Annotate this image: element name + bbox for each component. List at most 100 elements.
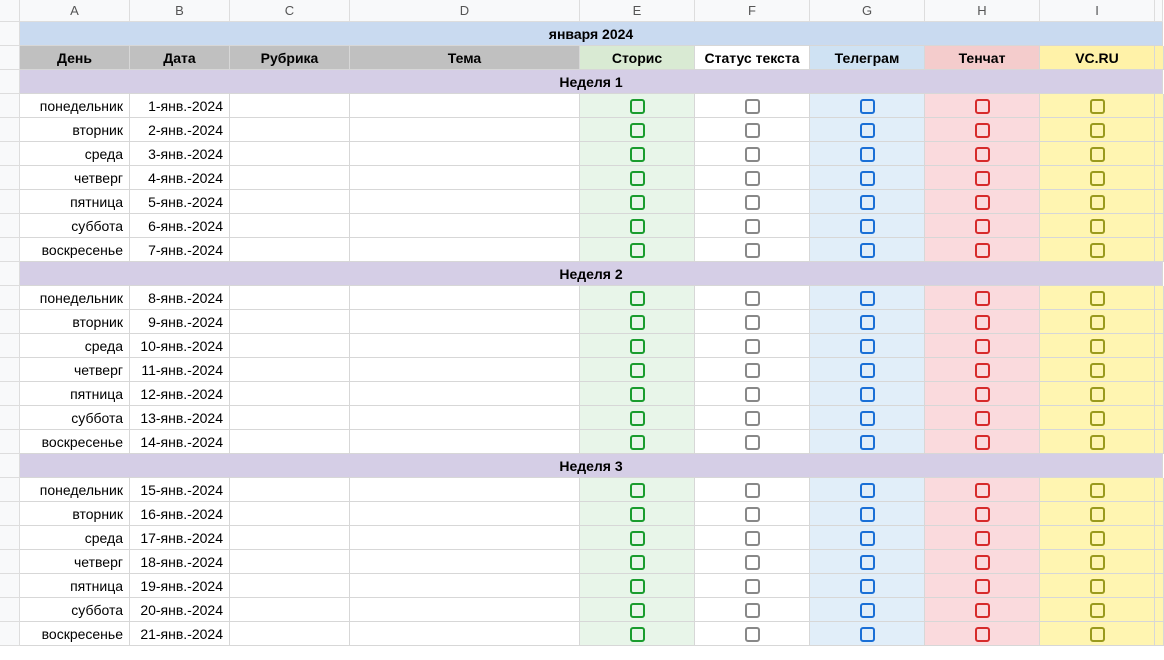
header-text-status[interactable]: Статус текста (695, 46, 810, 70)
rubric-cell[interactable] (230, 310, 350, 334)
topic-cell[interactable] (350, 94, 580, 118)
vcru-checkbox[interactable] (1090, 531, 1105, 546)
stories-checkbox[interactable] (630, 435, 645, 450)
column-header-E[interactable]: E (580, 0, 695, 22)
text-status-checkbox[interactable] (745, 579, 760, 594)
stories-checkbox[interactable] (630, 531, 645, 546)
telegram-checkbox-cell[interactable] (810, 382, 925, 406)
day-cell[interactable]: четверг (20, 166, 130, 190)
row-number[interactable] (0, 310, 20, 334)
month-title[interactable]: января 2024 (20, 22, 1163, 46)
row-number[interactable] (0, 70, 20, 94)
day-cell[interactable]: пятница (20, 382, 130, 406)
rubric-cell[interactable] (230, 622, 350, 646)
vcru-checkbox[interactable] (1090, 171, 1105, 186)
tenchat-checkbox-cell[interactable] (925, 550, 1040, 574)
stories-checkbox-cell[interactable] (580, 166, 695, 190)
day-cell[interactable]: суббота (20, 214, 130, 238)
text-status-checkbox-cell[interactable] (695, 118, 810, 142)
vcru-checkbox[interactable] (1090, 363, 1105, 378)
stories-checkbox-cell[interactable] (580, 286, 695, 310)
tenchat-checkbox-cell[interactable] (925, 622, 1040, 646)
text-status-checkbox-cell[interactable] (695, 622, 810, 646)
rubric-cell[interactable] (230, 166, 350, 190)
tenchat-checkbox[interactable] (975, 507, 990, 522)
week-label[interactable]: Неделя 2 (20, 262, 1163, 286)
vcru-checkbox-cell[interactable] (1040, 430, 1155, 454)
row-number[interactable] (0, 334, 20, 358)
text-status-checkbox-cell[interactable] (695, 502, 810, 526)
tenchat-checkbox[interactable] (975, 363, 990, 378)
tenchat-checkbox[interactable] (975, 339, 990, 354)
telegram-checkbox[interactable] (860, 195, 875, 210)
tenchat-checkbox[interactable] (975, 579, 990, 594)
vcru-checkbox[interactable] (1090, 627, 1105, 642)
date-cell[interactable]: 5-янв.-2024 (130, 190, 230, 214)
vcru-checkbox[interactable] (1090, 291, 1105, 306)
topic-cell[interactable] (350, 574, 580, 598)
date-cell[interactable]: 9-янв.-2024 (130, 310, 230, 334)
text-status-checkbox-cell[interactable] (695, 94, 810, 118)
vcru-checkbox[interactable] (1090, 579, 1105, 594)
vcru-checkbox[interactable] (1090, 147, 1105, 162)
text-status-checkbox[interactable] (745, 483, 760, 498)
rubric-cell[interactable] (230, 598, 350, 622)
row-number[interactable] (0, 502, 20, 526)
topic-cell[interactable] (350, 478, 580, 502)
header-telegram[interactable]: Телеграм (810, 46, 925, 70)
stories-checkbox-cell[interactable] (580, 94, 695, 118)
tenchat-checkbox-cell[interactable] (925, 166, 1040, 190)
stories-checkbox[interactable] (630, 195, 645, 210)
telegram-checkbox[interactable] (860, 339, 875, 354)
stories-checkbox[interactable] (630, 483, 645, 498)
telegram-checkbox-cell[interactable] (810, 286, 925, 310)
date-cell[interactable]: 7-янв.-2024 (130, 238, 230, 262)
stories-checkbox-cell[interactable] (580, 118, 695, 142)
row-number[interactable] (0, 406, 20, 430)
telegram-checkbox-cell[interactable] (810, 238, 925, 262)
stories-checkbox[interactable] (630, 579, 645, 594)
tenchat-checkbox[interactable] (975, 123, 990, 138)
row-number[interactable] (0, 118, 20, 142)
row-number[interactable] (0, 94, 20, 118)
telegram-checkbox[interactable] (860, 627, 875, 642)
telegram-checkbox-cell[interactable] (810, 406, 925, 430)
tenchat-checkbox-cell[interactable] (925, 382, 1040, 406)
spreadsheet-grid[interactable]: ABCDEFGHIянваря 2024ДеньДатаРубрикаТемаС… (0, 0, 1164, 646)
text-status-checkbox[interactable] (745, 627, 760, 642)
stories-checkbox-cell[interactable] (580, 214, 695, 238)
text-status-checkbox-cell[interactable] (695, 382, 810, 406)
telegram-checkbox-cell[interactable] (810, 334, 925, 358)
row-number[interactable] (0, 478, 20, 502)
text-status-checkbox-cell[interactable] (695, 430, 810, 454)
rubric-cell[interactable] (230, 574, 350, 598)
vcru-checkbox-cell[interactable] (1040, 550, 1155, 574)
row-number[interactable] (0, 214, 20, 238)
row-number[interactable] (0, 142, 20, 166)
rubric-cell[interactable] (230, 238, 350, 262)
vcru-checkbox-cell[interactable] (1040, 358, 1155, 382)
text-status-checkbox[interactable] (745, 219, 760, 234)
date-cell[interactable]: 16-янв.-2024 (130, 502, 230, 526)
column-header-C[interactable]: C (230, 0, 350, 22)
vcru-checkbox-cell[interactable] (1040, 478, 1155, 502)
day-cell[interactable]: воскресенье (20, 430, 130, 454)
topic-cell[interactable] (350, 286, 580, 310)
text-status-checkbox-cell[interactable] (695, 190, 810, 214)
telegram-checkbox-cell[interactable] (810, 310, 925, 334)
day-cell[interactable]: четверг (20, 358, 130, 382)
text-status-checkbox-cell[interactable] (695, 526, 810, 550)
column-header-H[interactable]: H (925, 0, 1040, 22)
rubric-cell[interactable] (230, 526, 350, 550)
telegram-checkbox[interactable] (860, 483, 875, 498)
date-cell[interactable]: 3-янв.-2024 (130, 142, 230, 166)
tenchat-checkbox-cell[interactable] (925, 334, 1040, 358)
date-cell[interactable]: 20-янв.-2024 (130, 598, 230, 622)
header-day[interactable]: День (20, 46, 130, 70)
telegram-checkbox[interactable] (860, 579, 875, 594)
day-cell[interactable]: понедельник (20, 286, 130, 310)
topic-cell[interactable] (350, 118, 580, 142)
tenchat-checkbox[interactable] (975, 603, 990, 618)
header-date[interactable]: Дата (130, 46, 230, 70)
day-cell[interactable]: пятница (20, 190, 130, 214)
